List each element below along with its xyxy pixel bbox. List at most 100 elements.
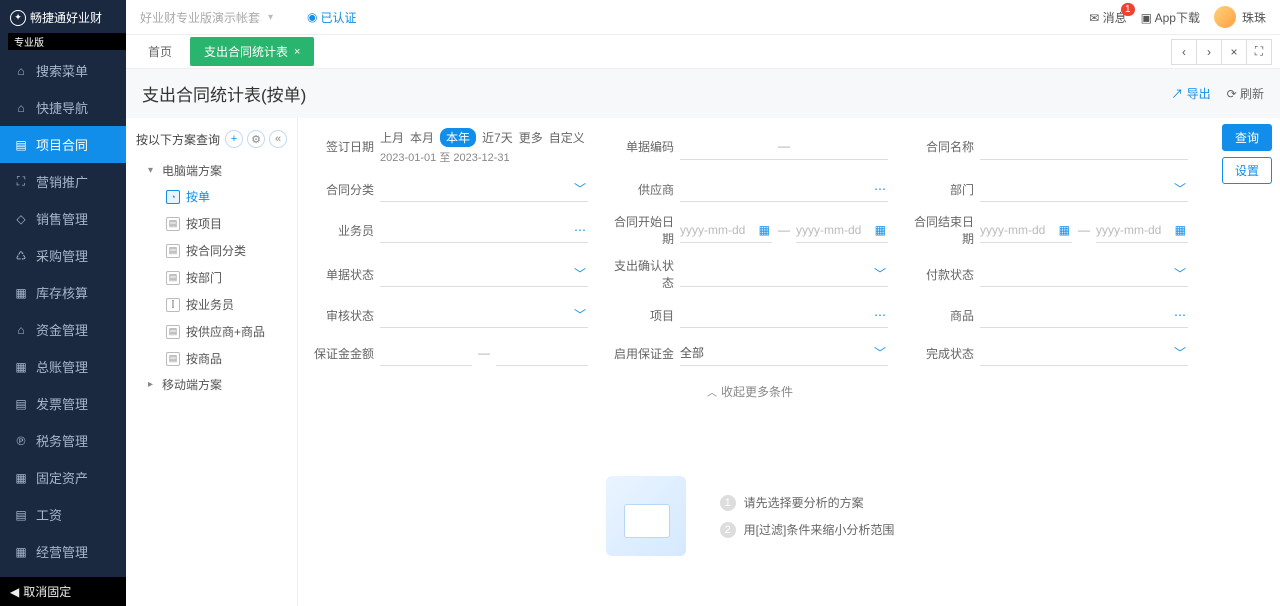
- sidebar-item[interactable]: ♺采购管理: [0, 237, 126, 274]
- picker-product[interactable]: ⋯: [980, 302, 1188, 328]
- sidebar-item[interactable]: G小畅报销: [0, 570, 126, 577]
- input-margin-to[interactable]: [496, 340, 588, 366]
- empty-illustration: [606, 476, 686, 556]
- more-icon: ⋯: [574, 223, 586, 237]
- add-scheme-button[interactable]: +: [225, 130, 243, 148]
- sidebar-icon: ▤: [14, 508, 28, 522]
- sidebar-label: 经营管理: [36, 542, 88, 561]
- messages-count: 1: [1121, 3, 1135, 16]
- tree-group-mobile[interactable]: ▸移动端方案: [132, 372, 291, 397]
- sidebar-item[interactable]: ▦固定资产: [0, 459, 126, 496]
- collapse-label: 收起更多条件: [721, 385, 793, 399]
- range-option[interactable]: 自定义: [549, 129, 585, 146]
- tab-active[interactable]: 支出合同统计表 ×: [190, 37, 314, 66]
- tab-prev[interactable]: ‹: [1171, 39, 1197, 65]
- sidebar-item[interactable]: ▦总账管理: [0, 348, 126, 385]
- scheme-settings-button[interactable]: ⚙: [247, 130, 265, 148]
- sidebar-item[interactable]: ▤项目合同: [0, 126, 126, 163]
- range-option[interactable]: 本年: [440, 128, 476, 147]
- label-class: 合同分类: [312, 181, 374, 198]
- tree-leaf[interactable]: ▤按商品: [132, 345, 291, 372]
- tree-leaf[interactable]: ▤按供应商+商品: [132, 318, 291, 345]
- placeholder: yyyy-mm-dd: [980, 223, 1045, 237]
- brand-logo: ✦ 畅捷通好业财: [0, 0, 126, 35]
- select-finish-state[interactable]: ﹀: [980, 340, 1188, 366]
- tab-next[interactable]: ›: [1196, 39, 1222, 65]
- tab-home[interactable]: 首页: [134, 37, 186, 66]
- chevron-down-icon: ﹀: [1174, 180, 1186, 197]
- sidebar-item[interactable]: ◇销售管理: [0, 200, 126, 237]
- input-margin-from[interactable]: [380, 340, 472, 366]
- refresh-button[interactable]: ⟳ 刷新: [1227, 85, 1264, 102]
- sidebar-icon: ▦: [14, 360, 28, 374]
- collapse-panel-button[interactable]: «: [269, 130, 287, 148]
- picker-supplier[interactable]: ⋯: [680, 176, 888, 202]
- tab-fullscreen[interactable]: ⛶: [1246, 39, 1272, 65]
- tree-leaf[interactable]: ◔按单: [132, 183, 291, 210]
- picker-salesman[interactable]: ⋯: [380, 217, 588, 243]
- date-end-to[interactable]: yyyy-mm-dd▦: [1096, 217, 1188, 243]
- range-option[interactable]: 更多: [519, 129, 543, 146]
- select-audit-state[interactable]: ﹀: [380, 302, 588, 328]
- unpin-button[interactable]: ◀ 取消固定: [0, 577, 126, 606]
- app-download-button[interactable]: ▣ App下载: [1141, 9, 1200, 26]
- label-confirm-state: 支出确认状态: [612, 257, 674, 291]
- leaf-icon: ⫿: [166, 298, 180, 312]
- tree-leaf[interactable]: ⫿按业务员: [132, 291, 291, 318]
- leaf-icon: ◔: [166, 190, 180, 204]
- user-menu[interactable]: 珠珠: [1214, 6, 1266, 28]
- query-button[interactable]: 查询: [1222, 124, 1272, 151]
- date-start-to[interactable]: yyyy-mm-dd▦: [796, 217, 888, 243]
- export-button[interactable]: ↗ 导出: [1171, 85, 1210, 102]
- sidebar-item[interactable]: ▤发票管理: [0, 385, 126, 422]
- label-pay-state: 付款状态: [912, 266, 974, 283]
- close-icon[interactable]: ×: [294, 46, 300, 58]
- date-end-from[interactable]: yyyy-mm-dd ▦: [980, 217, 1072, 243]
- sidebar-item[interactable]: ℗税务管理: [0, 422, 126, 459]
- input-contract-name[interactable]: [980, 134, 1188, 160]
- more-icon: ⋯: [874, 182, 886, 196]
- leaf-label: 按项目: [186, 215, 222, 232]
- tab-close-all[interactable]: ×: [1221, 39, 1247, 65]
- tree-group-desktop[interactable]: ▾ 电脑端方案: [132, 158, 291, 183]
- tree-leaf[interactable]: ▤按合同分类: [132, 237, 291, 264]
- sidebar-item[interactable]: ▤工资: [0, 496, 126, 533]
- caret-down-icon: ▾: [148, 165, 158, 176]
- tree-leaf[interactable]: ▤按项目: [132, 210, 291, 237]
- label-sign-date: 签订日期: [312, 138, 374, 155]
- sidebar-item[interactable]: ⌂资金管理: [0, 311, 126, 348]
- sidebar-item[interactable]: ⛶营销推广: [0, 163, 126, 200]
- sidebar-item[interactable]: ⌂搜索菜单: [0, 52, 126, 89]
- select-class[interactable]: ﹀: [380, 176, 588, 202]
- sidebar-item[interactable]: ▦经营管理: [0, 533, 126, 570]
- select-dept[interactable]: ﹀: [980, 176, 1188, 202]
- input-bill-code[interactable]: —: [680, 134, 888, 160]
- select-enable-margin[interactable]: 全部﹀: [680, 340, 888, 366]
- sidebar-label: 搜索菜单: [36, 61, 88, 80]
- sidebar-item[interactable]: ⌂快捷导航: [0, 89, 126, 126]
- range-option[interactable]: 上月: [380, 129, 404, 146]
- sidebar-item[interactable]: ▦库存核算: [0, 274, 126, 311]
- calendar-icon: ▦: [1059, 223, 1070, 237]
- select-pay-state[interactable]: ﹀: [980, 261, 1188, 287]
- page-title: 支出合同统计表(按单): [142, 81, 306, 106]
- chevron-down-icon: ﹀: [574, 180, 586, 197]
- label-dept: 部门: [912, 181, 974, 198]
- picker-project[interactable]: ⋯: [680, 302, 888, 328]
- env-name[interactable]: 好业财专业版演示帐套: [140, 9, 260, 26]
- range-option[interactable]: 近7天: [482, 129, 513, 146]
- range-option[interactable]: 本月: [410, 129, 434, 146]
- messages-button[interactable]: ✉ 消息 1: [1089, 9, 1126, 26]
- tree-leaf[interactable]: ▤按部门: [132, 264, 291, 291]
- tree-group-label: 电脑端方案: [162, 162, 222, 179]
- select-bill-state[interactable]: ﹀: [380, 261, 588, 287]
- collapse-filters[interactable]: ︿收起更多条件: [312, 377, 1188, 406]
- settings-button[interactable]: 设置: [1222, 157, 1272, 184]
- sidebar-label: 营销推广: [36, 172, 88, 191]
- app-download-label: App下载: [1155, 11, 1200, 25]
- select-confirm-state[interactable]: ﹀: [680, 261, 888, 287]
- sidebar-label: 项目合同: [36, 135, 88, 154]
- date-start-from[interactable]: yyyy-mm-dd▦: [680, 217, 772, 243]
- chevron-down-icon: ﹀: [874, 344, 886, 361]
- leaf-icon: ▤: [166, 271, 180, 285]
